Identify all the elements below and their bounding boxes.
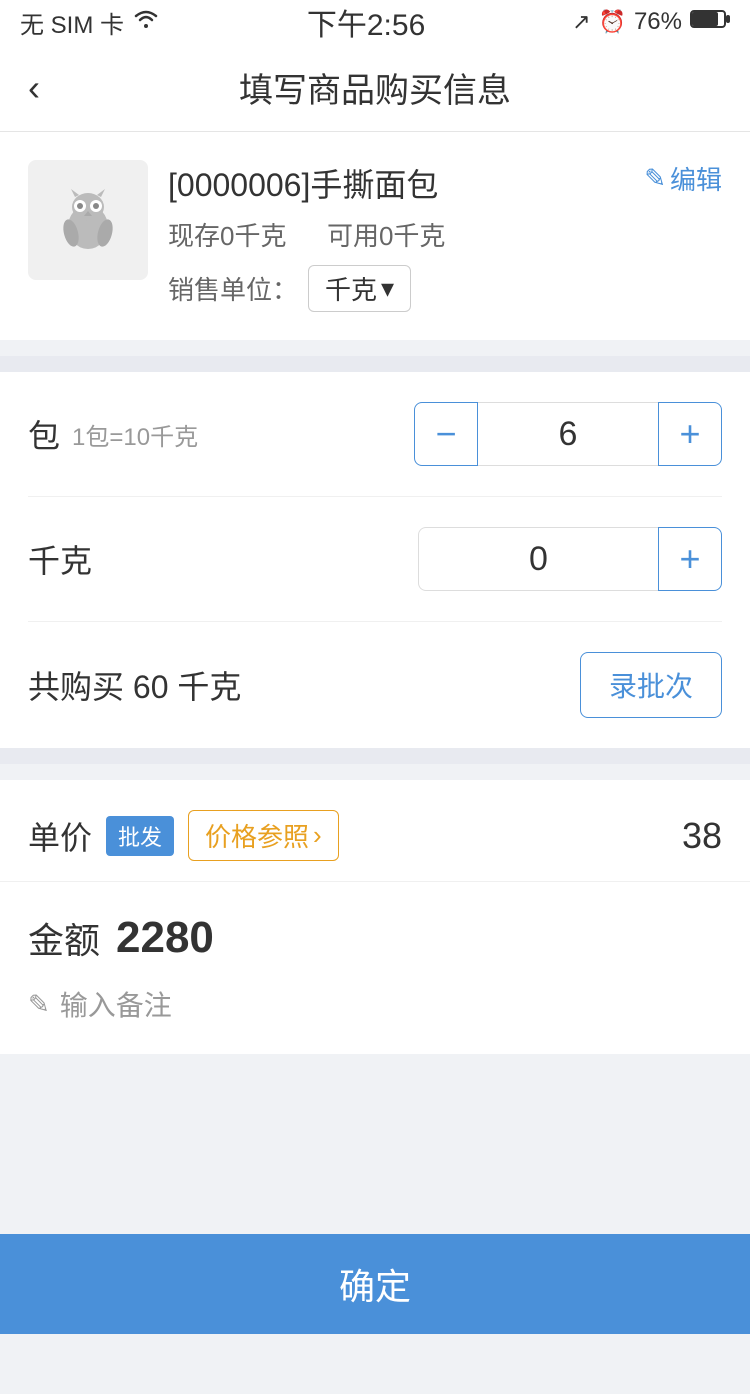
product-info: [0000006]手撕面包 现存0千克 可用0千克 销售单位： 千克 ▾ bbox=[168, 160, 722, 312]
kg-qty-row: 千克 + bbox=[28, 497, 722, 622]
package-qty-control: − + bbox=[414, 402, 722, 466]
stock-spacer bbox=[294, 221, 320, 251]
bottom-area bbox=[0, 1054, 750, 1394]
amount-row: 金额 2280 bbox=[28, 912, 722, 964]
price-ref-label: 价格参照 bbox=[205, 817, 309, 854]
product-name: [0000006]手撕面包 bbox=[168, 160, 722, 206]
record-batch-button[interactable]: 录批次 bbox=[580, 652, 722, 718]
dropdown-arrow-icon: ▾ bbox=[381, 273, 394, 304]
product-card: [0000006]手撕面包 现存0千克 可用0千克 销售单位： 千克 ▾ ✎ 编… bbox=[0, 132, 750, 340]
price-section: 单价 批发 价格参照 › 38 bbox=[0, 780, 750, 881]
package-qty-row: 包 1包=10千克 − + bbox=[28, 372, 722, 497]
edit-button[interactable]: ✎ 编辑 bbox=[644, 160, 722, 197]
wifi-icon bbox=[132, 8, 160, 37]
total-row: 共购买 60 千克 录批次 bbox=[28, 622, 722, 748]
unit-label: 销售单位： bbox=[168, 270, 298, 307]
price-label: 单价 bbox=[28, 813, 92, 859]
price-tag: 批发 bbox=[106, 816, 174, 856]
status-bar: 无 SIM 卡 下午2:56 ↗ ⏰ 76% bbox=[0, 0, 750, 44]
status-time: 下午2:56 bbox=[307, 0, 425, 44]
nav-bar: ‹ 填写商品购买信息 bbox=[0, 44, 750, 132]
remark-row[interactable]: ✎ 输入备注 bbox=[28, 984, 722, 1024]
kg-qty-input[interactable] bbox=[418, 527, 658, 591]
battery-icon bbox=[690, 8, 730, 36]
package-plus-button[interactable]: + bbox=[658, 402, 722, 466]
price-value: 38 bbox=[682, 815, 722, 857]
remark-label: 输入备注 bbox=[60, 984, 172, 1024]
price-ref-button[interactable]: 价格参照 › bbox=[188, 810, 339, 861]
kg-qty-control: + bbox=[418, 527, 722, 591]
amount-section: 金额 2280 ✎ 输入备注 bbox=[0, 881, 750, 1054]
package-label: 包 bbox=[28, 411, 60, 457]
price-row: 单价 批发 价格参照 › 38 bbox=[28, 810, 722, 861]
page-title: 填写商品购买信息 bbox=[239, 63, 511, 112]
status-left: 无 SIM 卡 bbox=[20, 5, 160, 40]
product-unit-row: 销售单位： 千克 ▾ bbox=[168, 265, 722, 312]
separator-2 bbox=[0, 748, 750, 764]
kg-label: 千克 bbox=[28, 536, 92, 582]
package-qty-section: 包 1包=10千克 − + 千克 + 共购买 60 千克 录批次 bbox=[0, 372, 750, 748]
no-sim-label: 无 SIM 卡 bbox=[20, 5, 124, 40]
package-sublabel: 1包=10千克 bbox=[72, 417, 198, 452]
product-stock: 现存0千克 可用0千克 bbox=[168, 216, 722, 253]
price-ref-arrow-icon: › bbox=[313, 820, 322, 851]
total-label: 共购买 60 千克 bbox=[28, 662, 241, 708]
battery-percent: 76% bbox=[634, 8, 682, 36]
confirm-button[interactable]: 确定 bbox=[0, 1234, 750, 1334]
alarm-icon: ⏰ bbox=[599, 9, 626, 35]
stock-current: 现存0千克 bbox=[168, 221, 286, 251]
package-qty-input[interactable] bbox=[478, 402, 658, 466]
pencil-icon: ✎ bbox=[28, 989, 50, 1020]
stock-available: 可用0千克 bbox=[327, 221, 445, 251]
amount-label: 金额 bbox=[28, 912, 100, 964]
kg-plus-button[interactable]: + bbox=[658, 527, 722, 591]
amount-value: 2280 bbox=[116, 913, 214, 963]
status-right: ↗ ⏰ 76% bbox=[572, 8, 730, 36]
package-minus-button[interactable]: − bbox=[414, 402, 478, 466]
edit-icon: ✎ bbox=[644, 163, 666, 194]
back-button[interactable]: ‹ bbox=[28, 67, 40, 109]
separator-1 bbox=[0, 356, 750, 372]
product-thumbnail bbox=[28, 160, 148, 280]
unit-dropdown[interactable]: 千克 ▾ bbox=[308, 265, 411, 312]
location-icon: ↗ bbox=[572, 9, 590, 35]
product-image-owl bbox=[53, 185, 123, 255]
